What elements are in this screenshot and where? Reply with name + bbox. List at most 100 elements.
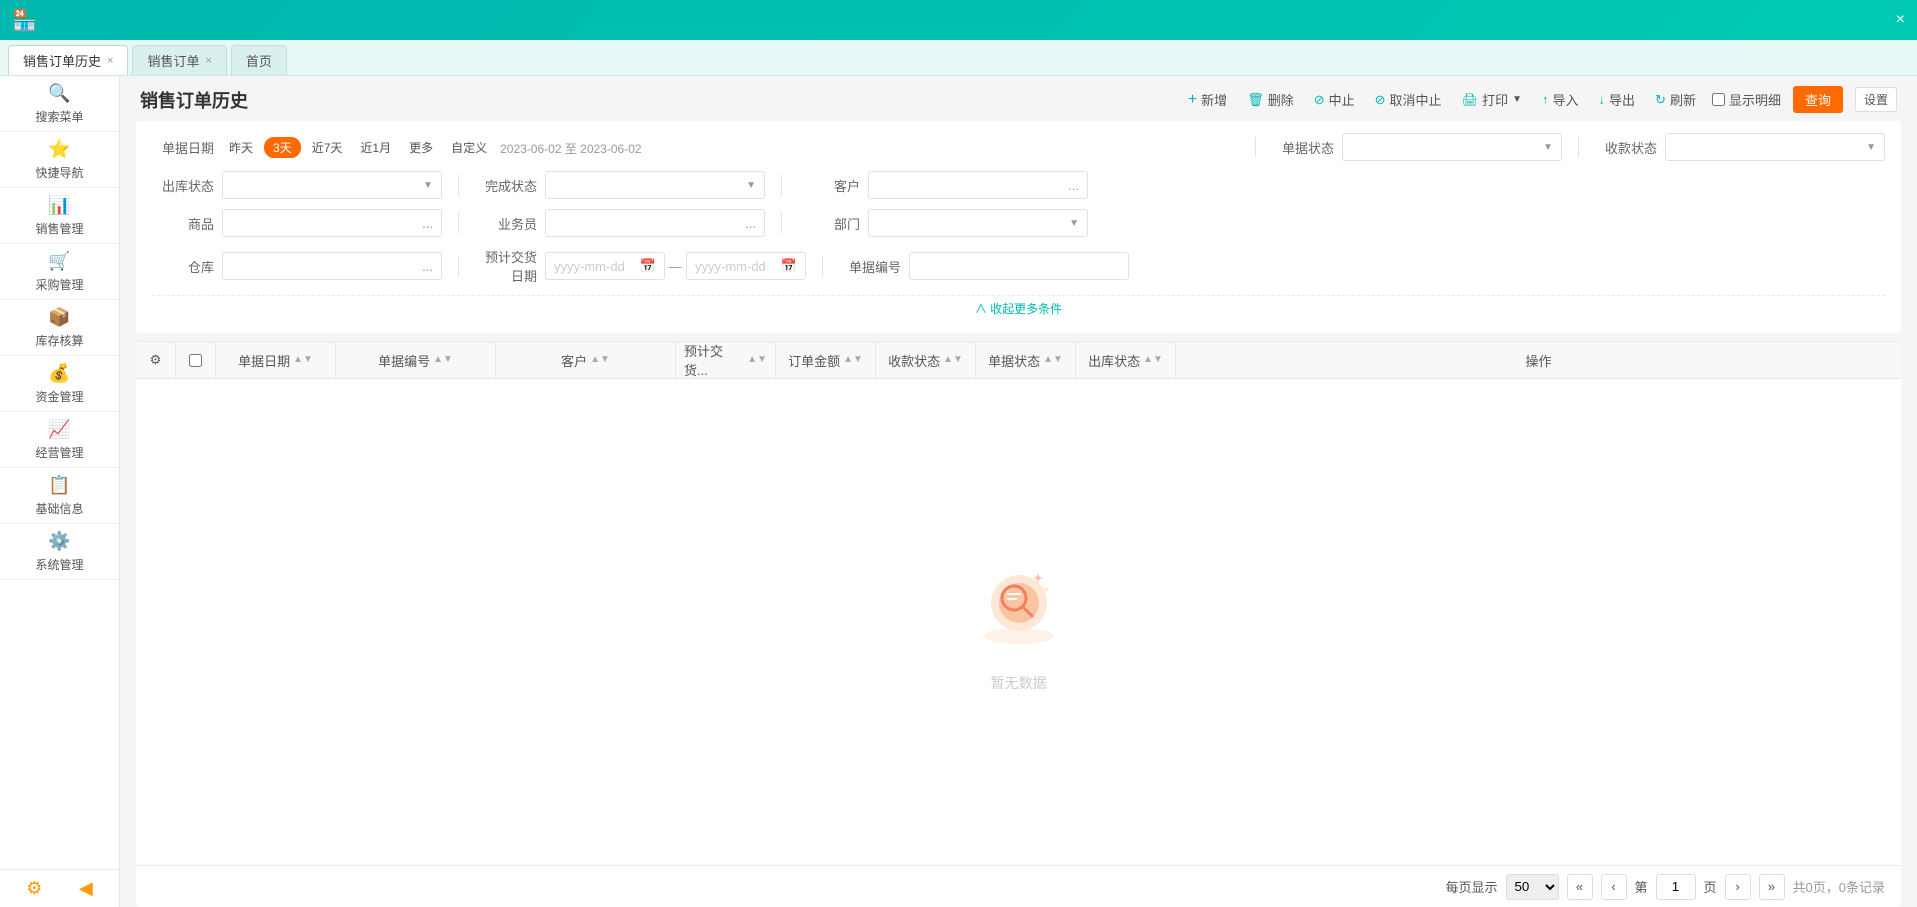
tab-home[interactable]: 首页	[231, 45, 287, 75]
table-area: ⚙ 单据日期 ▲▼ 单据编号 ▲▼ 客户 ▲▼ 预计交货...	[136, 341, 1901, 907]
sidebar-item-operations[interactable]: 📈 经营管理	[0, 412, 119, 468]
sidebar-item-label: 系统管理	[35, 556, 83, 573]
warehouse-dots-icon[interactable]: ...	[422, 259, 433, 274]
filter-row-2: 出库状态 ▼ 完成状态 ▼ 客户 ...	[152, 171, 1885, 199]
content-area: 销售订单历史 + 新增 🗑 删除 ⊘ 中止 ⊘ 取消中止	[120, 76, 1917, 907]
complete-status-select[interactable]: ▼	[545, 171, 765, 199]
refresh-label: 刷新	[1670, 90, 1696, 109]
filter-divider-4	[781, 175, 782, 195]
next-page-button[interactable]: ›	[1725, 874, 1751, 900]
sidebar-item-inventory[interactable]: 📦 库存核算	[0, 300, 119, 356]
cancel-stop-button[interactable]: ⊘ 取消中止	[1371, 88, 1446, 111]
calendar-end-icon[interactable]: 📅	[781, 258, 797, 274]
th-amount-sort-icon: ▲▼	[843, 355, 863, 365]
sidebar-item-base-info[interactable]: 📋 基础信息	[0, 468, 119, 524]
collapse-more-conditions[interactable]: ∧ 收起更多条件	[152, 295, 1885, 321]
prev-page-icon: ‹	[1611, 879, 1615, 894]
th-pay-status[interactable]: 收款状态 ▲▼	[876, 342, 976, 378]
app-logo: 🏪	[12, 8, 37, 33]
last-page-button[interactable]: »	[1759, 874, 1785, 900]
top-bar-close[interactable]: ×	[1896, 11, 1905, 29]
delivery-date-end-placeholder: yyyy-mm-dd	[695, 259, 766, 274]
delivery-date-end-input[interactable]: yyyy-mm-dd 📅	[686, 252, 806, 280]
print-button[interactable]: 🖨 打印 ▼	[1458, 88, 1526, 111]
stop-button[interactable]: ⊘ 中止	[1310, 88, 1359, 111]
order-no-input[interactable]	[909, 252, 1129, 280]
tab-bar: 销售订单历史 × 销售订单 × 首页	[0, 40, 1917, 76]
date-7days-btn[interactable]: 近7天	[305, 137, 350, 158]
sidebar-item-sales-mgmt[interactable]: 📊 销售管理	[0, 188, 119, 244]
sidebar-settings-btn[interactable]: ⚙	[26, 878, 42, 899]
th-pay-status-label: 收款状态	[888, 351, 940, 370]
th-customer[interactable]: 客户 ▲▼	[496, 342, 676, 378]
import-label: 导入	[1553, 90, 1579, 109]
sidebar-item-label: 采购管理	[35, 276, 83, 293]
prev-page-button[interactable]: ‹	[1601, 874, 1627, 900]
date-3days-btn[interactable]: 3天	[264, 137, 301, 158]
settings-button[interactable]: 设置	[1855, 87, 1897, 112]
import-button[interactable]: ↑ 导入	[1538, 88, 1583, 111]
filter-divider-2	[1578, 137, 1579, 157]
filter-divider-1	[1255, 137, 1256, 157]
th-order-no[interactable]: 单据编号 ▲▼	[336, 342, 496, 378]
date-1month-btn[interactable]: 近1月	[353, 137, 398, 158]
delete-icon: 🗑	[1247, 92, 1264, 108]
salesperson-input[interactable]: ...	[545, 209, 765, 237]
customer-dots-icon[interactable]: ...	[1068, 178, 1079, 193]
tab-sales-order-history[interactable]: 销售订单历史 ×	[8, 45, 128, 75]
filter-row-1: 单据日期 昨天 3天 近7天 近1月 更多 自定义 2023-06-02 至 2…	[152, 133, 1885, 161]
th-amount[interactable]: 订单金额 ▲▼	[776, 342, 876, 378]
first-page-button[interactable]: «	[1567, 874, 1593, 900]
date-yesterday-btn[interactable]: 昨天	[222, 137, 260, 158]
th-delivery-label: 预计交货...	[684, 341, 744, 379]
sidebar-item-sys-mgmt[interactable]: ⚙️ 系统管理	[0, 524, 119, 580]
page-number-input[interactable]	[1656, 874, 1696, 900]
payment-status-select[interactable]: ▼	[1665, 133, 1885, 161]
th-actions: 操作	[1176, 342, 1901, 378]
sidebar-collapse-btn[interactable]: ◀	[79, 878, 93, 899]
new-button[interactable]: + 新增	[1184, 88, 1231, 111]
refresh-button[interactable]: ↻ 刷新	[1651, 88, 1700, 111]
th-checkbox[interactable]	[176, 342, 216, 378]
date-more-btn[interactable]: 更多	[402, 137, 440, 158]
sidebar-item-search-menu[interactable]: 🔍 搜索菜单	[0, 76, 119, 132]
warehouse-input[interactable]: ...	[222, 252, 442, 280]
th-date[interactable]: 单据日期 ▲▼	[216, 342, 336, 378]
salesperson-dots-icon[interactable]: ...	[745, 216, 756, 231]
salesperson-label: 业务员	[475, 214, 545, 233]
department-arrow-icon: ▼	[1069, 218, 1079, 229]
department-label: 部门	[798, 214, 868, 233]
tab-sales-order[interactable]: 销售订单 ×	[132, 45, 226, 75]
sidebar-item-purchase-mgmt[interactable]: 🛒 采购管理	[0, 244, 119, 300]
export-button[interactable]: ↓ 导出	[1595, 88, 1640, 111]
th-delivery[interactable]: 预计交货... ▲▼	[676, 342, 776, 378]
select-all-checkbox[interactable]	[189, 354, 202, 367]
tab-label: 销售订单	[147, 51, 199, 70]
sidebar-item-label: 销售管理	[35, 220, 83, 237]
product-input[interactable]: ...	[222, 209, 442, 237]
page-size-select[interactable]: 10 20 50 100	[1506, 874, 1559, 900]
th-order-status[interactable]: 单据状态 ▲▼	[976, 342, 1076, 378]
sidebar-item-finance[interactable]: 💰 资金管理	[0, 356, 119, 412]
order-no-label: 单据编号	[839, 257, 909, 276]
department-select[interactable]: ▼	[868, 209, 1088, 237]
delivery-status-select[interactable]: ▼	[222, 171, 442, 199]
product-dots-icon[interactable]: ...	[422, 216, 433, 231]
sidebar-item-quick-nav[interactable]: ⭐ 快捷导航	[0, 132, 119, 188]
display-toggle-checkbox[interactable]	[1712, 93, 1725, 106]
calendar-start-icon[interactable]: 📅	[640, 258, 656, 274]
delivery-date-start-input[interactable]: yyyy-mm-dd 📅	[545, 252, 665, 280]
order-status-select[interactable]: ▼	[1342, 133, 1562, 161]
customer-input[interactable]: ...	[868, 171, 1088, 199]
query-button[interactable]: 查询	[1793, 86, 1843, 113]
tab-close-sales-order-history[interactable]: ×	[107, 55, 113, 67]
tab-close-sales-order[interactable]: ×	[205, 55, 211, 67]
pagination: 每页显示 10 20 50 100 « ‹ 第 页 ›	[136, 865, 1901, 907]
filter-divider-6	[781, 213, 782, 233]
date-custom-btn[interactable]: 自定义	[444, 137, 494, 158]
th-pay-status-sort-icon: ▲▼	[943, 355, 963, 365]
delete-button[interactable]: 🗑 删除	[1243, 88, 1298, 111]
th-ship-status[interactable]: 出库状态 ▲▼	[1076, 342, 1176, 378]
th-settings[interactable]: ⚙	[136, 342, 176, 378]
sidebar-item-label: 经营管理	[35, 444, 83, 461]
